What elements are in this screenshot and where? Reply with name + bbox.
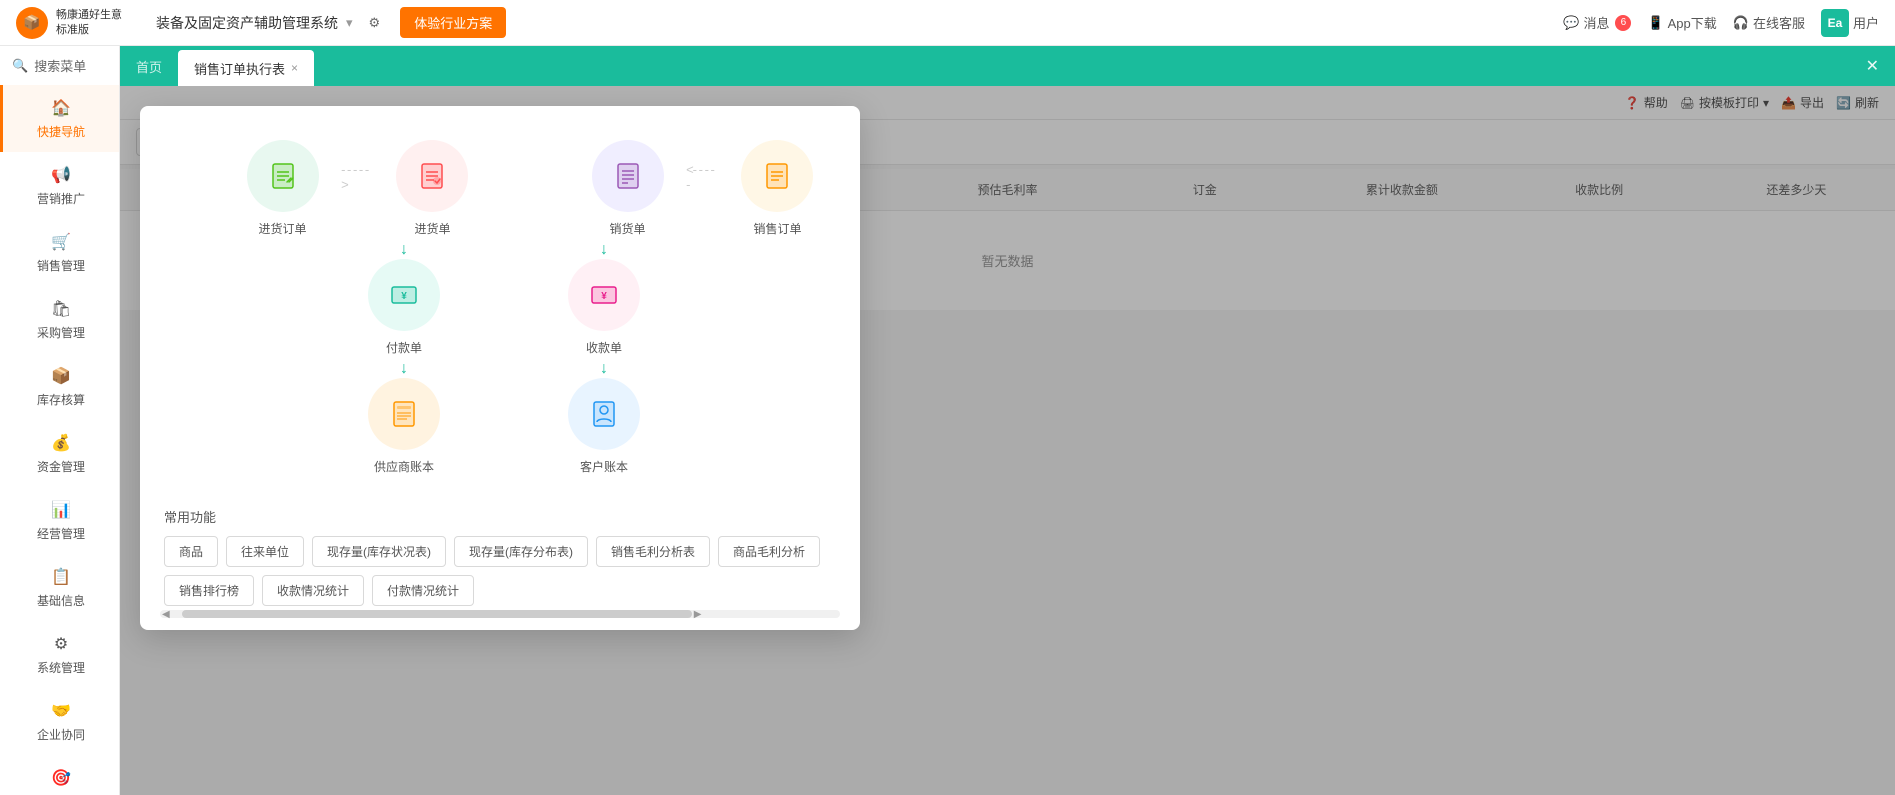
- func-btn-receipt-stats[interactable]: 收款情况统计: [262, 575, 364, 606]
- flow-node-sales-bill[interactable]: 销货单: [569, 140, 686, 237]
- trial-button[interactable]: 体验行业方案: [400, 7, 506, 38]
- sales-icon: 🛒: [50, 231, 72, 253]
- sidebar-item-quick-nav[interactable]: 🏠 快捷导航: [0, 85, 119, 152]
- func-btn-product-gross-analysis[interactable]: 商品毛利分析: [718, 536, 820, 567]
- sidebar: 🔍 搜索菜单 🏠 快捷导航 📢 营销推广 🛒 销售管理 🛍 采购管理 📦 库存核…: [0, 46, 120, 795]
- func-btn-current-stock-status[interactable]: 现存量(库存状况表): [312, 536, 446, 567]
- sidebar-item-system[interactable]: ⚙ 系统管理: [0, 621, 119, 688]
- sidebar-item-finance[interactable]: 💰 资金管理: [0, 420, 119, 487]
- message-badge: 6: [1615, 15, 1631, 31]
- home-icon: 🏠: [50, 97, 72, 119]
- purchase-bill-circle: [396, 140, 468, 212]
- receipt-bill-label: 收款单: [586, 339, 622, 356]
- sidebar-item-inventory[interactable]: 📦 库存核算: [0, 353, 119, 420]
- search-menu[interactable]: 🔍 搜索菜单: [0, 46, 119, 85]
- enterprise-icon: 🤝: [50, 700, 72, 722]
- sidebar-item-enterprise[interactable]: 🤝 企业协同: [0, 688, 119, 755]
- modal-overlay[interactable]: 进货订单 - - - - ->: [120, 86, 1895, 795]
- logo-text: 畅康通好生意 标准版: [56, 8, 122, 37]
- marketing-icon: 📢: [50, 164, 72, 186]
- func-btn-current-stock-dist[interactable]: 现存量(库存分布表): [454, 536, 588, 567]
- sidebar-item-operation[interactable]: 📊 经营管理: [0, 487, 119, 554]
- svg-text:¥: ¥: [401, 291, 407, 302]
- sidebar-item-sales[interactable]: 🛒 销售管理: [0, 219, 119, 286]
- search-icon: 🔍: [12, 58, 28, 74]
- phone-icon: 📱: [1647, 15, 1663, 31]
- flow-diagram: 进货订单 - - - - ->: [164, 130, 836, 495]
- sales-order-circle: [741, 140, 813, 212]
- flow-node-receipt-bill[interactable]: ¥ 收款单: [544, 259, 664, 356]
- tab-sales-order[interactable]: 销售订单执行表 ×: [178, 50, 314, 86]
- header-right: 💬 消息 6 📱 App下载 🎧 在线客服 Ea 用户: [1563, 9, 1879, 37]
- flow-node-sales-order[interactable]: 销售订单: [719, 140, 836, 237]
- newbie-icon: 🎯: [50, 767, 72, 789]
- operation-icon: 📊: [50, 499, 72, 521]
- inventory-icon: 📦: [50, 365, 72, 387]
- sidebar-item-marketing[interactable]: 📢 营销推广: [0, 152, 119, 219]
- payment-bill-label: 付款单: [386, 339, 422, 356]
- scroll-left-arrow[interactable]: ◀: [160, 609, 172, 620]
- sidebar-item-purchase[interactable]: 🛍 采购管理: [0, 286, 119, 353]
- user-action[interactable]: Ea 用户: [1821, 9, 1879, 37]
- func-btn-product[interactable]: 商品: [164, 536, 218, 567]
- customer-ledger-label: 客户账本: [580, 458, 628, 475]
- headset-icon: 🎧: [1733, 15, 1749, 31]
- online-service-action[interactable]: 🎧 在线客服: [1733, 13, 1805, 32]
- scrollbar-thumb[interactable]: [182, 610, 692, 618]
- page-content: ❓ 帮助 🖨 按模板打印 ▾ 📤 导出 🔄 刷新: [120, 86, 1895, 795]
- settings-icon[interactable]: ⚙: [369, 15, 381, 31]
- modal-box: 进货订单 - - - - ->: [140, 106, 860, 630]
- tab-home[interactable]: 首页: [120, 46, 178, 86]
- customer-ledger-circle: [568, 378, 640, 450]
- sales-bill-circle: [592, 140, 664, 212]
- logo-icon: 📦: [16, 7, 48, 39]
- flow-node-purchase-bill[interactable]: 进货单: [374, 140, 491, 237]
- sidebar-item-newbie[interactable]: 🎯 新手引导: [0, 755, 119, 795]
- purchase-order-circle: [247, 140, 319, 212]
- message-icon: 💬: [1563, 15, 1579, 31]
- sidebar-item-basic[interactable]: 📋 基础信息: [0, 554, 119, 621]
- common-functions: 常用功能 商品 往来单位 现存量(库存状况表) 现存量(库存分布表) 销售毛利分…: [164, 507, 836, 606]
- sales-bill-label: 销货单: [610, 220, 646, 237]
- content-area: 首页 销售订单执行表 × ✕ ❓ 帮助 🖨 按模板打印 ▾: [120, 46, 1895, 795]
- system-icon: ⚙: [50, 633, 72, 655]
- system-name: 装备及固定资产辅助管理系统: [156, 13, 338, 33]
- app-download-action[interactable]: 📱 App下载: [1647, 13, 1716, 32]
- tab-close-main[interactable]: ✕: [1850, 46, 1895, 86]
- dropdown-icon[interactable]: ▾: [346, 15, 353, 31]
- tab-bar: 首页 销售订单执行表 × ✕: [120, 46, 1895, 86]
- flow-node-supplier-ledger[interactable]: 供应商账本: [344, 378, 464, 475]
- flow-node-purchase-order[interactable]: 进货订单: [224, 140, 341, 237]
- scroll-right-arrow[interactable]: ▶: [692, 609, 704, 620]
- finance-icon: 💰: [50, 432, 72, 454]
- supplier-ledger-label: 供应商账本: [374, 458, 434, 475]
- main-layout: 🔍 搜索菜单 🏠 快捷导航 📢 营销推广 🛒 销售管理 🛍 采购管理 📦 库存核…: [0, 46, 1895, 795]
- purchase-icon: 🛍: [50, 298, 72, 320]
- payment-bill-circle: ¥: [368, 259, 440, 331]
- top-header: 📦 畅康通好生意 标准版 装备及固定资产辅助管理系统 ▾ ⚙ 体验行业方案 💬 …: [0, 0, 1895, 46]
- supplier-ledger-circle: [368, 378, 440, 450]
- func-buttons-row2: 销售排行榜 收款情况统计 付款情况统计: [164, 575, 836, 606]
- modal-scrollbar[interactable]: ◀ ▶: [160, 610, 840, 618]
- tab-close-icon[interactable]: ×: [291, 61, 298, 75]
- func-btn-payment-stats[interactable]: 付款情况统计: [372, 575, 474, 606]
- message-action[interactable]: 💬 消息 6: [1563, 13, 1631, 32]
- system-title: 装备及固定资产辅助管理系统 ▾ ⚙ 体验行业方案: [156, 7, 1563, 38]
- flow-node-customer-ledger[interactable]: 客户账本: [544, 378, 664, 475]
- flow-node-payment-bill[interactable]: ¥ 付款单: [344, 259, 464, 356]
- sales-order-label: 销售订单: [753, 220, 801, 237]
- func-btn-sales-gross-analysis[interactable]: 销售毛利分析表: [596, 536, 710, 567]
- basic-icon: 📋: [50, 566, 72, 588]
- avatar: Ea: [1821, 9, 1849, 37]
- func-buttons-row1: 商品 往来单位 现存量(库存状况表) 现存量(库存分布表) 销售毛利分析表 商品…: [164, 536, 836, 567]
- svg-text:¥: ¥: [601, 291, 607, 302]
- receipt-bill-circle: ¥: [568, 259, 640, 331]
- common-functions-title: 常用功能: [164, 507, 836, 526]
- logo-area: 📦 畅康通好生意 标准版: [16, 7, 136, 39]
- purchase-bill-label: 进货单: [414, 220, 450, 237]
- purchase-order-label: 进货订单: [259, 220, 307, 237]
- func-btn-partner[interactable]: 往来单位: [226, 536, 304, 567]
- func-btn-sales-rank[interactable]: 销售排行榜: [164, 575, 254, 606]
